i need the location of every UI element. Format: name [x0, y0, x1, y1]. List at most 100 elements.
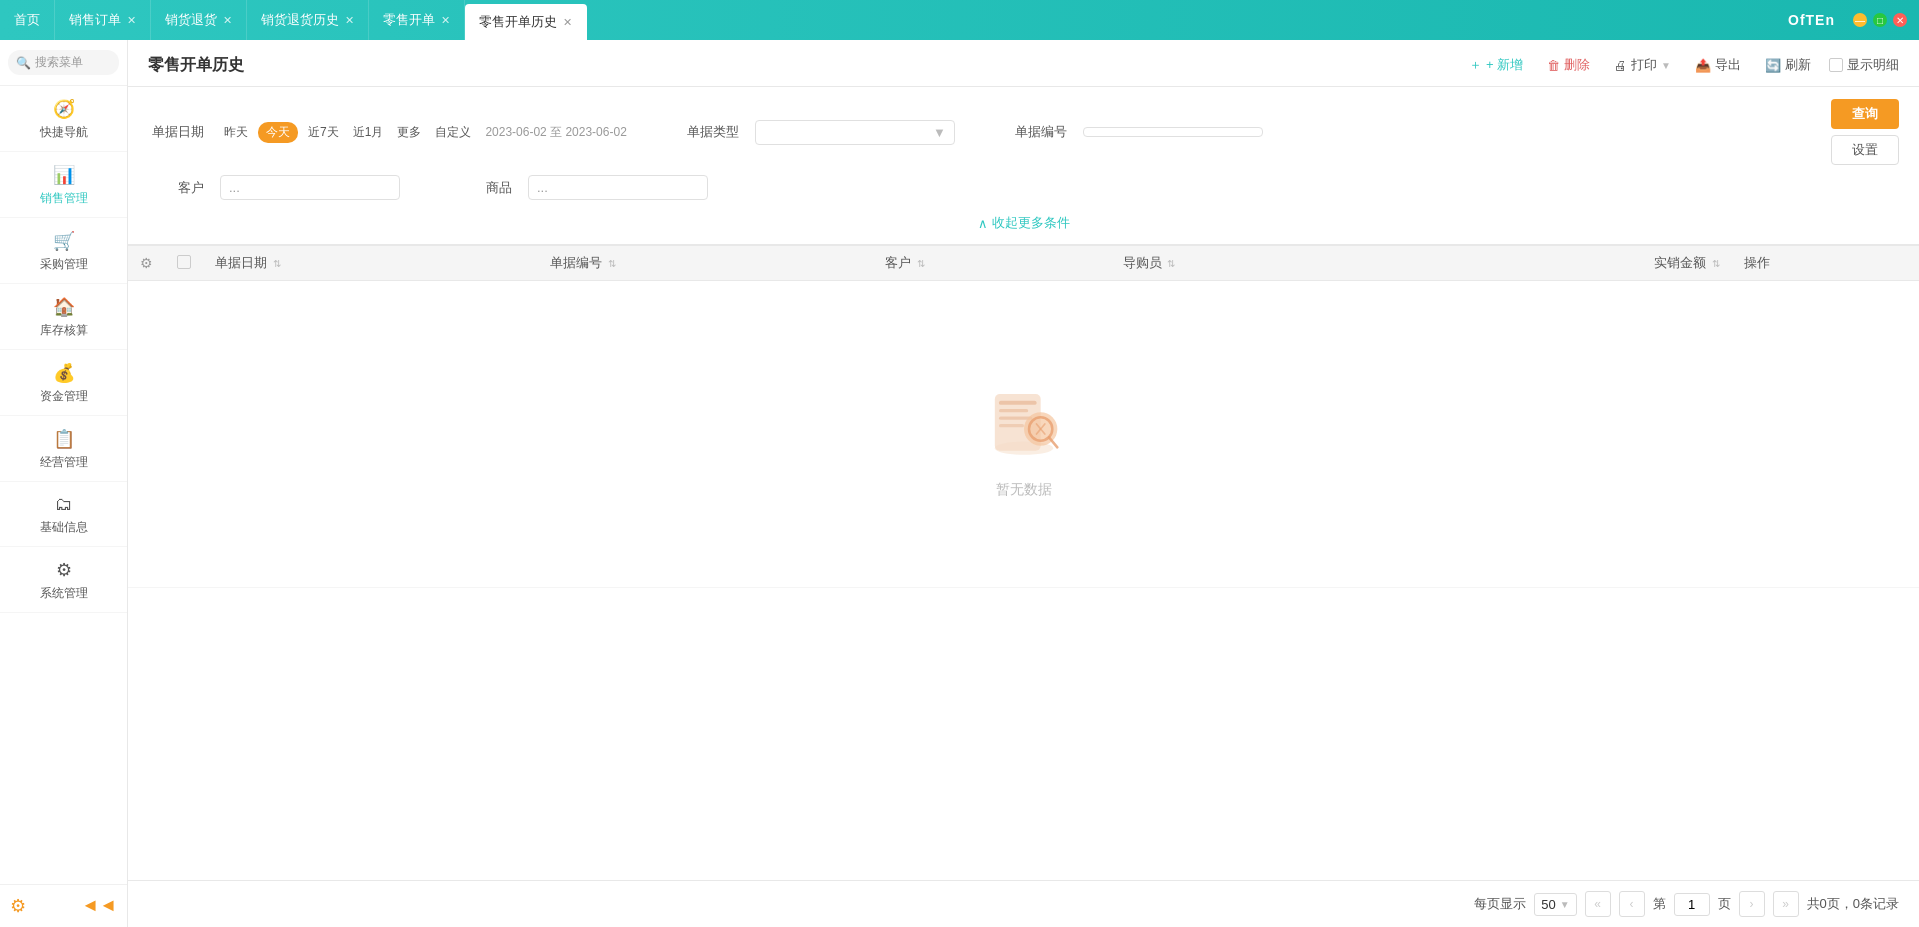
first-page-button[interactable]: «: [1585, 891, 1611, 917]
tab-sales-return-history-close[interactable]: ✕: [345, 14, 354, 27]
collapse-filter-button[interactable]: ∧ 收起更多条件: [148, 210, 1899, 232]
setting-button[interactable]: 设置: [1831, 135, 1899, 165]
sidebar-finance-label: 资金管理: [40, 388, 88, 405]
search-icon: 🔍: [16, 56, 31, 70]
order-no-input[interactable]: [1083, 127, 1263, 137]
tab-retail-open-history[interactable]: 零售开单历史 ✕: [465, 4, 587, 40]
empty-state-cell: 暂无数据: [128, 281, 1919, 588]
prev-page-button[interactable]: ‹: [1619, 891, 1645, 917]
tab-sales-order-close[interactable]: ✕: [127, 14, 136, 27]
date-shortcut-7days[interactable]: 近7天: [304, 122, 343, 143]
collapse-sidebar-icon[interactable]: ◄◄: [81, 895, 117, 917]
top-nav-bar: 首页 销售订单 ✕ 销货退货 ✕ 销货退货历史 ✕ 零售开单 ✕ 零售开单历史 …: [0, 0, 1919, 40]
tab-sales-return[interactable]: 销货退货 ✕: [151, 0, 247, 40]
refresh-button[interactable]: 🔄 刷新: [1759, 52, 1817, 78]
sidebar-item-purchase[interactable]: 🛒 采购管理: [0, 218, 127, 284]
page-header: 零售开单历史 ＋ + 新增 🗑 删除 🖨 打印 ▼ 📤 导出: [128, 40, 1919, 87]
filter-row-1: 单据日期 昨天 今天 近7天 近1月 更多 自定义 2023-06-02 至 2…: [148, 99, 1899, 165]
add-button[interactable]: ＋ + 新增: [1463, 52, 1529, 78]
tab-bar: 首页 销售订单 ✕ 销货退货 ✕ 销货退货历史 ✕ 零售开单 ✕ 零售开单历史 …: [0, 0, 1788, 40]
finance-icon: 💰: [53, 362, 75, 384]
page-title: 零售开单历史: [148, 55, 244, 76]
date-filter-label: 单据日期: [148, 123, 204, 141]
th-customer-label: 客户: [885, 255, 911, 270]
show-detail-checkbox[interactable]: [1829, 58, 1843, 72]
tab-retail-open-history-close[interactable]: ✕: [563, 16, 572, 29]
date-shortcut-yesterday[interactable]: 昨天: [220, 122, 252, 143]
customer-input[interactable]: ...: [220, 175, 400, 200]
sidebar-search-input[interactable]: 🔍 搜索菜单: [8, 50, 119, 75]
delete-label: 删除: [1564, 56, 1590, 74]
sidebar-item-basic[interactable]: 🗂 基础信息: [0, 482, 127, 547]
th-amount-label: 实销金额: [1654, 255, 1706, 270]
order-type-select[interactable]: ▼: [755, 120, 955, 145]
total-info: 共0页，0条记录: [1807, 895, 1899, 913]
tab-sales-order[interactable]: 销售订单 ✕: [55, 0, 151, 40]
print-label: 打印: [1631, 56, 1657, 74]
sidebar-item-system[interactable]: ⚙ 系统管理: [0, 547, 127, 613]
sidebar-item-nav[interactable]: 🧭 快捷导航: [0, 86, 127, 152]
sidebar-operations-label: 经营管理: [40, 454, 88, 471]
th-no-label: 单据编号: [550, 255, 602, 270]
order-type-label: 单据类型: [683, 123, 739, 141]
export-button[interactable]: 📤 导出: [1689, 52, 1747, 78]
maximize-button[interactable]: □: [1873, 13, 1887, 27]
next-page-button[interactable]: ›: [1739, 891, 1765, 917]
tab-sales-return-history[interactable]: 销货退货历史 ✕: [247, 0, 369, 40]
table-area: ⚙ 单据日期 ⇅ 单据编号 ⇅: [128, 245, 1919, 880]
date-shortcut-more[interactable]: 更多: [393, 122, 425, 143]
sidebar-item-operations[interactable]: 📋 经营管理: [0, 416, 127, 482]
system-icon: ⚙: [56, 559, 72, 581]
th-settings: ⚙: [128, 246, 165, 281]
print-button[interactable]: 🖨 打印 ▼: [1608, 52, 1677, 78]
add-icon: ＋: [1469, 56, 1482, 74]
query-button[interactable]: 查询: [1831, 99, 1899, 129]
th-amount[interactable]: 实销金额 ⇅: [1397, 246, 1732, 281]
th-date[interactable]: 单据日期 ⇅: [203, 246, 538, 281]
show-detail-toggle[interactable]: 显示明细: [1829, 56, 1899, 74]
settings-bottom-icon[interactable]: ⚙: [10, 895, 26, 917]
purchase-icon: 🛒: [53, 230, 75, 252]
sidebar-basic-label: 基础信息: [40, 519, 88, 536]
th-no[interactable]: 单据编号 ⇅: [538, 246, 873, 281]
th-guide-sort-icon: ⇅: [1167, 258, 1175, 269]
minimize-button[interactable]: —: [1853, 13, 1867, 27]
sidebar-sales-label: 销售管理: [40, 190, 88, 207]
order-no-label: 单据编号: [1011, 123, 1067, 141]
close-button[interactable]: ✕: [1893, 13, 1907, 27]
per-page-select[interactable]: 50 ▼: [1534, 893, 1576, 916]
page-of-label: 页: [1718, 895, 1731, 913]
pagination-bar: 每页显示 50 ▼ « ‹ 第 页 › » 共0页，0条记录: [128, 880, 1919, 927]
product-input[interactable]: ...: [528, 175, 708, 200]
sidebar-system-label: 系统管理: [40, 585, 88, 602]
tab-home[interactable]: 首页: [0, 0, 55, 40]
empty-state-illustration: [974, 369, 1074, 469]
sidebar-item-inventory[interactable]: 🏠 库存核算: [0, 284, 127, 350]
print-icon: 🖨: [1614, 58, 1627, 73]
date-shortcut-custom[interactable]: 自定义: [431, 122, 475, 143]
page-number-input[interactable]: [1674, 893, 1710, 916]
select-all-checkbox[interactable]: [177, 255, 191, 269]
tab-retail-open[interactable]: 零售开单 ✕: [369, 0, 465, 40]
top-nav-right: OfTEn — □ ✕: [1788, 12, 1919, 28]
tab-sales-return-close[interactable]: ✕: [223, 14, 232, 27]
basic-icon: 🗂: [55, 494, 73, 515]
tab-retail-open-label: 零售开单: [383, 11, 435, 29]
sidebar-item-finance[interactable]: 💰 资金管理: [0, 350, 127, 416]
last-page-button[interactable]: »: [1773, 891, 1799, 917]
filter-row-2: 客户 ... 商品 ...: [148, 175, 1899, 200]
th-customer[interactable]: 客户 ⇅: [873, 246, 1111, 281]
delete-button[interactable]: 🗑 删除: [1541, 52, 1596, 78]
th-guide[interactable]: 导购员 ⇅: [1111, 246, 1397, 281]
date-range-display: 2023-06-02 至 2023-06-02: [485, 124, 626, 141]
table-body: 暂无数据: [128, 281, 1919, 588]
nav-icon: 🧭: [53, 98, 75, 120]
th-date-label: 单据日期: [215, 255, 267, 270]
sidebar-search-area[interactable]: 🔍 搜索菜单: [0, 40, 127, 86]
table-settings-icon[interactable]: ⚙: [140, 255, 153, 271]
svg-rect-2: [999, 401, 1037, 405]
sidebar-item-sales[interactable]: 📊 销售管理: [0, 152, 127, 218]
date-shortcut-1month[interactable]: 近1月: [349, 122, 388, 143]
tab-retail-open-close[interactable]: ✕: [441, 14, 450, 27]
date-shortcut-today[interactable]: 今天: [258, 122, 298, 143]
